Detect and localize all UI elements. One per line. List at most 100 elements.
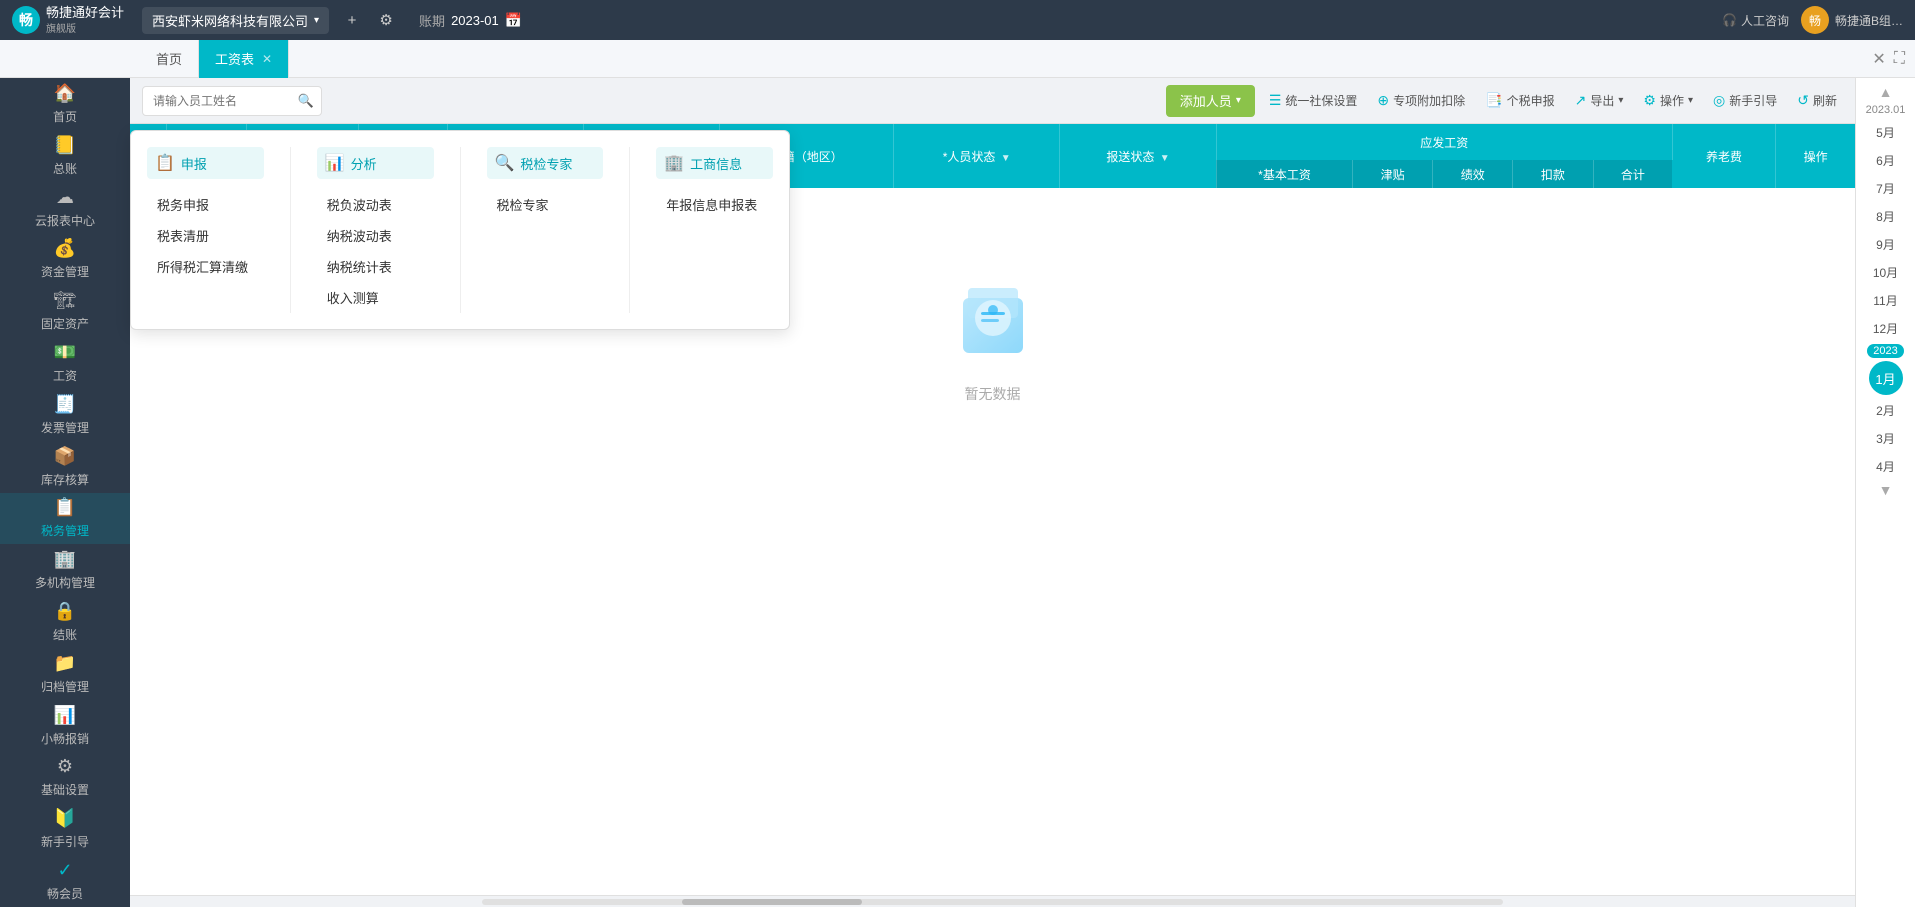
- sidebar-item-assets[interactable]: 🏗 固定资产: [0, 285, 130, 337]
- tab-home-label: 首页: [156, 49, 182, 68]
- cal-month-5[interactable]: 5月: [1864, 119, 1908, 145]
- sidebar-item-funds[interactable]: 💰 资金管理: [0, 233, 130, 285]
- sidebar-item-invoice[interactable]: 🧾 发票管理: [0, 389, 130, 441]
- social-insurance-label: 统一社保设置: [1285, 92, 1357, 109]
- topbar-actions: + ⚙: [339, 7, 399, 33]
- new-guide-btn[interactable]: ◎ 新手引导: [1707, 86, 1783, 116]
- app-logo: 畅 畅捷通好会计 旗舰版: [12, 5, 132, 36]
- dp-tax-check[interactable]: 税检专家: [487, 189, 604, 220]
- sidebar-item-guide[interactable]: 🔰 新手引导: [0, 803, 130, 855]
- th-total: 合计: [1593, 160, 1672, 188]
- sidebar-item-archive[interactable]: 📁 归档管理: [0, 648, 130, 700]
- cal-year-2023-prev: 2023.01: [1866, 102, 1906, 118]
- sidebar-item-closing[interactable]: 🔒 结账: [0, 596, 130, 648]
- tab-home[interactable]: 首页: [140, 40, 199, 78]
- dp-divider-2: [460, 147, 461, 313]
- user-name: 畅捷通B组…: [1835, 12, 1903, 29]
- dp-annual-report[interactable]: 年报信息申报表: [656, 189, 773, 220]
- dp-tax-burden[interactable]: 税负波动表: [317, 189, 434, 220]
- settings-icon-btn[interactable]: ⚙: [373, 7, 399, 33]
- tax-report-btn[interactable]: 📑 个税申报: [1479, 86, 1560, 116]
- sidebar-tax-label: 税务管理: [41, 522, 89, 539]
- cal-month-3[interactable]: 3月: [1864, 425, 1908, 451]
- headset-icon: 🎧: [1722, 13, 1737, 27]
- cal-month-9[interactable]: 9月: [1864, 231, 1908, 257]
- sidebar-closing-label: 结账: [53, 626, 77, 643]
- service-label: 人工咨询: [1741, 12, 1789, 29]
- operations-label: 操作: [1660, 92, 1684, 109]
- cal-month-8[interactable]: 8月: [1864, 203, 1908, 229]
- cloud-icon: ☁: [56, 187, 74, 208]
- tab-close-window-icon[interactable]: ✕: [1872, 49, 1885, 69]
- social-insurance-btn[interactable]: ☰ 统一社保设置: [1263, 86, 1364, 116]
- sidebar-item-multi-org[interactable]: 🏢 多机构管理: [0, 544, 130, 596]
- export-dropdown-icon: ▾: [1618, 95, 1623, 106]
- report-filter-icon[interactable]: ▼: [1160, 153, 1170, 164]
- export-label: 导出: [1590, 92, 1614, 109]
- export-btn[interactable]: ↗ 导出 ▾: [1569, 86, 1630, 116]
- sidebar-funds-label: 资金管理: [41, 263, 89, 280]
- app-name: 畅捷通好会计: [46, 5, 124, 21]
- sidebar-item-home[interactable]: 🏠 首页: [0, 78, 130, 130]
- tab-payroll[interactable]: 工资表 ✕: [199, 40, 289, 78]
- dp-divider-1: [290, 147, 291, 313]
- refresh-btn[interactable]: ↺ 刷新: [1791, 86, 1843, 116]
- dp-tax-payment[interactable]: 纳税波动表: [317, 220, 434, 251]
- sidebar-item-member[interactable]: ✓ 畅会员: [0, 855, 130, 907]
- tax-dropdown-popup: 📋 申报 税务申报 税表清册 所得税汇算清缴 📊 分析 税负波动表: [130, 130, 790, 330]
- guide-icon: 🔰: [54, 808, 76, 829]
- payroll-icon: 💵: [54, 342, 76, 363]
- dp-income-tax-calc[interactable]: 所得税汇算清缴: [147, 251, 264, 282]
- cal-month-7[interactable]: 7月: [1864, 175, 1908, 201]
- cal-up-btn[interactable]: ▲: [1871, 82, 1901, 102]
- section-analysis: 📊 分析 税负波动表 纳税波动表 纳税统计表 收入测算: [317, 147, 434, 313]
- sidebar-item-tax[interactable]: 📋 税务管理: [0, 493, 130, 545]
- add-icon-btn[interactable]: +: [339, 7, 365, 33]
- sidebar-item-ledger[interactable]: 📒 总账: [0, 130, 130, 182]
- company-selector[interactable]: 西安虾米网络科技有限公司 ▾: [142, 7, 329, 34]
- cal-month-10[interactable]: 10月: [1864, 259, 1908, 285]
- cal-month-2[interactable]: 2月: [1864, 397, 1908, 423]
- sidebar-cloud-label: 云报表中心: [35, 212, 95, 229]
- logo-icon: 畅: [12, 6, 40, 34]
- cal-month-1[interactable]: 1月: [1869, 361, 1903, 395]
- user-info[interactable]: 畅 畅捷通B组…: [1801, 6, 1903, 34]
- cal-month-12[interactable]: 12月: [1864, 315, 1908, 341]
- cal-down-btn[interactable]: ▼: [1871, 480, 1901, 500]
- add-person-button[interactable]: 添加人员 ▾: [1166, 85, 1255, 117]
- status-filter-icon[interactable]: ▼: [1001, 153, 1011, 164]
- th-base-salary: *基本工资: [1216, 160, 1352, 188]
- sidebar-item-xiaochang[interactable]: 📊 小畅报销: [0, 700, 130, 752]
- search-input[interactable]: [142, 86, 322, 116]
- analysis-icon: 📊: [325, 153, 345, 173]
- dp-tax-table[interactable]: 税表清册: [147, 220, 264, 251]
- sidebar-item-basic[interactable]: ⚙ 基础设置: [0, 752, 130, 804]
- th-ops: 操作: [1776, 124, 1855, 188]
- cal-month-6[interactable]: 6月: [1864, 147, 1908, 173]
- scrollbar-thumb[interactable]: [682, 899, 862, 905]
- sidebar-assets-label: 固定资产: [41, 315, 89, 332]
- cal-month-4[interactable]: 4月: [1864, 453, 1908, 479]
- sidebar-item-payroll[interactable]: 💵 工资: [0, 337, 130, 389]
- dp-tax-stats[interactable]: 纳税统计表: [317, 251, 434, 282]
- tab-close-icon[interactable]: ✕: [262, 52, 272, 66]
- empty-illustration: [943, 268, 1043, 368]
- dp-tax-declare[interactable]: 税务申报: [147, 189, 264, 220]
- cal-month-11[interactable]: 11月: [1864, 287, 1908, 313]
- ledger-icon: 📒: [54, 135, 76, 156]
- calendar-icon[interactable]: 📅: [505, 12, 522, 29]
- th-deductions: 扣款: [1513, 160, 1593, 188]
- sidebar-item-cloud-report[interactable]: ☁ 云报表中心: [0, 182, 130, 234]
- top-right: 🎧 人工咨询 畅 畅捷通B组…: [1722, 6, 1903, 34]
- service-button[interactable]: 🎧 人工咨询: [1722, 12, 1789, 29]
- th-allowance: 津贴: [1353, 160, 1433, 188]
- special-deduct-btn[interactable]: ⊕ 专项附加扣除: [1371, 86, 1471, 116]
- sidebar-item-inventory[interactable]: 📦 库存核算: [0, 441, 130, 493]
- operations-btn[interactable]: ⚙ 操作 ▾: [1637, 86, 1699, 116]
- app-edition: 旗舰版: [46, 20, 124, 35]
- add-dropdown-arrow: ▾: [1236, 95, 1241, 106]
- horizontal-scrollbar[interactable]: [130, 895, 1855, 907]
- tab-maximize-icon[interactable]: ⛶: [1894, 50, 1905, 68]
- logo-text-group: 畅捷通好会计 旗舰版: [46, 5, 124, 36]
- dp-income-calc[interactable]: 收入测算: [317, 282, 434, 313]
